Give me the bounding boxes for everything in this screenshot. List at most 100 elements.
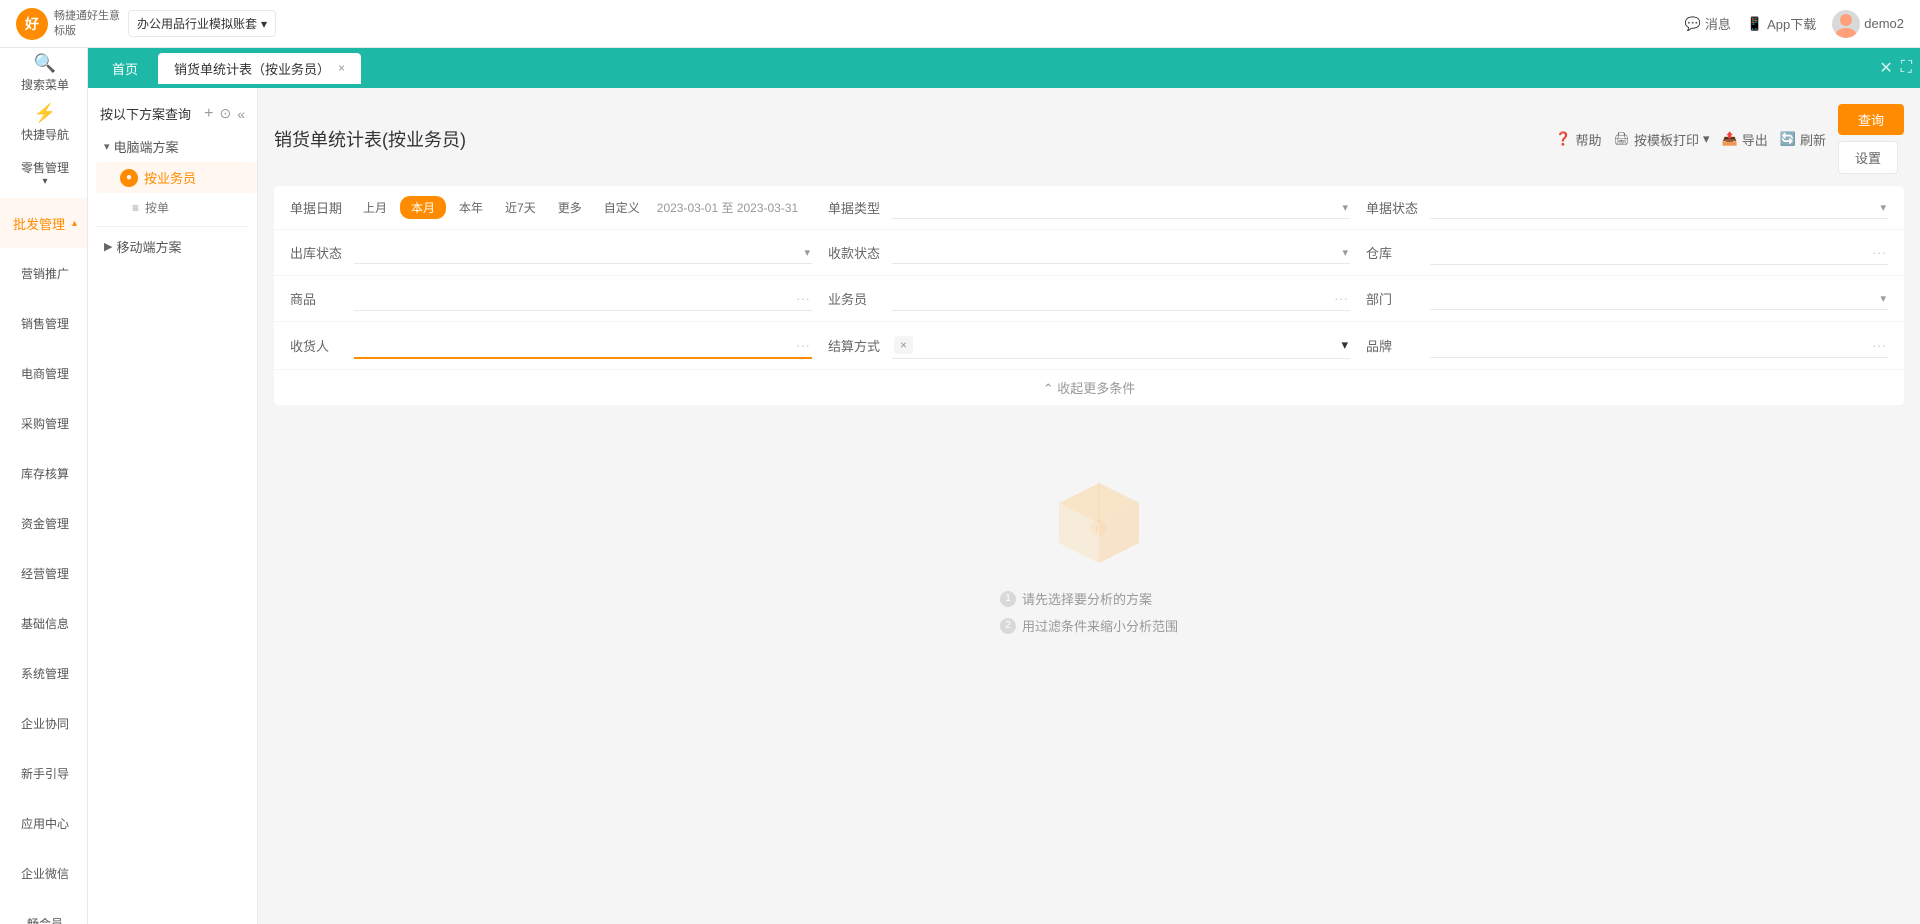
query-buttons: 查询 设置	[1838, 104, 1904, 174]
salesperson-dots[interactable]: ···	[1334, 290, 1348, 306]
sidebar-item-system[interactable]: 系统管理	[0, 648, 87, 698]
empty-icon: !	[1039, 473, 1139, 573]
template-print-button[interactable]: 🖨 按模板打印 ▾	[1614, 130, 1710, 149]
tab-maximize-button[interactable]: ⛶	[1901, 59, 1912, 77]
settings-button[interactable]: 设置	[1838, 141, 1898, 174]
hint-num-1: 1	[1000, 591, 1016, 607]
right-panel: 销货单统计表(按业务员) ❓ 帮助 🖨 按模板打印 ▾ 📤	[258, 88, 1920, 924]
add-scheme-button[interactable]: +	[204, 105, 213, 123]
brand-label: 品牌	[1366, 336, 1422, 355]
app-download-button[interactable]: 📱 App下载	[1747, 14, 1816, 33]
help-button[interactable]: ❓ 帮助	[1555, 130, 1601, 149]
status-select[interactable]: ▾	[1430, 197, 1888, 219]
warehouse-dots[interactable]: ···	[1872, 244, 1886, 260]
date-tab-more[interactable]: 更多	[549, 196, 591, 219]
sidebar-item-quicknav[interactable]: ⚡ 快捷导航	[0, 98, 87, 148]
department-filter: 部门 ▾	[1366, 288, 1888, 310]
sidebar-item-sales[interactable]: 销售管理	[0, 298, 87, 348]
empty-hint-1: 1 请先选择要分析的方案	[1000, 589, 1178, 608]
payment-tag-close[interactable]: ×	[900, 338, 907, 352]
tab-active[interactable]: 销货单统计表（按业务员） ×	[158, 53, 361, 84]
brand-dots[interactable]: ···	[1872, 337, 1886, 353]
logo-text: 畅捷通好生意 标版	[54, 9, 120, 38]
salesperson-filter: 业务员 ···	[828, 286, 1350, 311]
type-chevron-icon: ▾	[1342, 201, 1348, 214]
consignee-filter: 收货人 ···	[290, 333, 812, 359]
download-icon: 📱	[1747, 16, 1763, 32]
date-tab-7days[interactable]: 近7天	[496, 196, 545, 219]
sidebar-item-inventory[interactable]: 库存核算	[0, 448, 87, 498]
refresh-button[interactable]: 🔄 刷新	[1780, 130, 1826, 149]
department-select[interactable]: ▾	[1430, 288, 1888, 310]
consignee-dots[interactable]: ···	[796, 337, 810, 353]
sidebar-item-retail[interactable]: 零售管理 ▾	[0, 148, 87, 198]
sidebar-item-operations[interactable]: 经营管理	[0, 548, 87, 598]
collapse-chevron-icon: ⌃	[1043, 381, 1054, 396]
scheme-group-desktop: ▾ 电脑端方案 ● 按业务员 ≡ 按单	[88, 131, 257, 222]
query-button[interactable]: 查询	[1838, 104, 1904, 135]
tab-bar: 首页 销货单统计表（按业务员） × ✕ ⛶	[88, 48, 1920, 88]
scheme-item-salesperson[interactable]: ● 按业务员	[96, 162, 257, 193]
content-area: 首页 销货单统计表（按业务员） × ✕ ⛶ 按以下方案查询 + ⊙ «	[88, 48, 1920, 924]
edit-scheme-button[interactable]: ⊙	[219, 105, 231, 122]
order-icon: ≡	[132, 201, 139, 215]
panel-header: 按以下方案查询 + ⊙ «	[88, 96, 257, 131]
content-inner: 按以下方案查询 + ⊙ « ▾ 电脑端方案 ● 按业务员	[88, 88, 1920, 924]
tab-home[interactable]: 首页	[96, 53, 154, 84]
scheme-subitem-order[interactable]: ≡ 按单	[96, 193, 257, 222]
empty-state: ! 1 请先选择要分析的方案 2 用过滤条件来缩小分析范围	[274, 413, 1904, 695]
goods-filter: 商品 ···	[290, 286, 812, 311]
sidebar-item-weixin[interactable]: 企业微信	[0, 848, 87, 898]
sidebar-item-wholesale[interactable]: 批发管理 ▴	[0, 198, 87, 248]
arrow-icon: ▾	[42, 176, 47, 187]
payment-filter: 结算方式 × ▾	[828, 332, 1350, 359]
scheme-panel: 按以下方案查询 + ⊙ « ▾ 电脑端方案 ● 按业务员	[88, 88, 258, 924]
workspace-selector[interactable]: 办公用品行业模拟账套 ▾	[128, 10, 276, 37]
message-icon: 💬	[1685, 16, 1701, 32]
scheme-group-desktop-title[interactable]: ▾ 电脑端方案	[96, 131, 257, 162]
main-layout: 🔍 搜索菜单 ⚡ 快捷导航 零售管理 ▾ 批发管理 ▴ 营销推广 销售管理 电商…	[0, 48, 1920, 924]
print-icon: 🖨	[1614, 131, 1631, 147]
receive-status-chevron-icon: ▾	[1342, 246, 1348, 259]
filter-row-3: 商品 ··· 业务员 ···	[274, 276, 1904, 322]
date-tab-custom[interactable]: 自定义	[595, 196, 649, 219]
date-tab-this-month[interactable]: 本月	[400, 196, 446, 219]
type-select[interactable]: ▾	[892, 197, 1350, 219]
payment-label: 结算方式	[828, 336, 884, 355]
sidebar-item-basic-info[interactable]: 基础信息	[0, 598, 87, 648]
sidebar-item-newbie[interactable]: 新手引导	[0, 748, 87, 798]
receive-status-select[interactable]: ▾	[892, 242, 1350, 264]
sidebar-item-cooperation[interactable]: 企业协同	[0, 698, 87, 748]
lightning-icon: ⚡	[34, 103, 56, 124]
export-button[interactable]: 📤 导出	[1722, 130, 1768, 149]
type-filter-item: 单据类型 ▾	[828, 197, 1350, 219]
date-tab-last-month[interactable]: 上月	[354, 196, 396, 219]
empty-hint-2: 2 用过滤条件来缩小分析范围	[1000, 616, 1178, 635]
receive-status-label: 收款状态	[828, 243, 884, 262]
tab-close-button[interactable]: ×	[338, 61, 345, 75]
out-status-select[interactable]: ▾	[354, 242, 812, 264]
sidebar-item-purchase[interactable]: 采购管理	[0, 398, 87, 448]
avatar	[1832, 10, 1860, 38]
type-label: 单据类型	[828, 198, 884, 217]
sidebar-item-vip[interactable]: 畅会员	[0, 898, 87, 924]
collapse-panel-button[interactable]: «	[237, 106, 245, 122]
warehouse-filter: 仓库 ···	[1366, 240, 1888, 265]
page-title-bar: 销货单统计表(按业务员) ❓ 帮助 🖨 按模板打印 ▾ 📤	[274, 104, 1904, 174]
collapse-button[interactable]: ⌃ 收起更多条件	[274, 370, 1904, 405]
out-status-chevron-icon: ▾	[804, 246, 810, 259]
tab-close-window-button[interactable]: ✕	[1879, 58, 1892, 78]
sidebar-item-finance[interactable]: 资金管理	[0, 498, 87, 548]
scheme-group-mobile-title[interactable]: ▶ 移动端方案	[96, 231, 257, 262]
date-tab-this-year[interactable]: 本年	[450, 196, 492, 219]
status-label: 单据状态	[1366, 198, 1422, 217]
sidebar-item-ecommerce[interactable]: 电商管理	[0, 348, 87, 398]
chevron-down-icon: ▾	[261, 17, 267, 31]
sidebar-item-appcenter[interactable]: 应用中心	[0, 798, 87, 848]
message-button[interactable]: 💬 消息	[1685, 14, 1731, 33]
filter-row-4: 收货人 ··· 结算方式 ×	[274, 322, 1904, 370]
goods-dots[interactable]: ···	[796, 290, 810, 306]
user-profile[interactable]: demo2	[1832, 10, 1904, 38]
sidebar-item-search[interactable]: 🔍 搜索菜单	[0, 48, 87, 98]
sidebar-item-marketing[interactable]: 营销推广	[0, 248, 87, 298]
